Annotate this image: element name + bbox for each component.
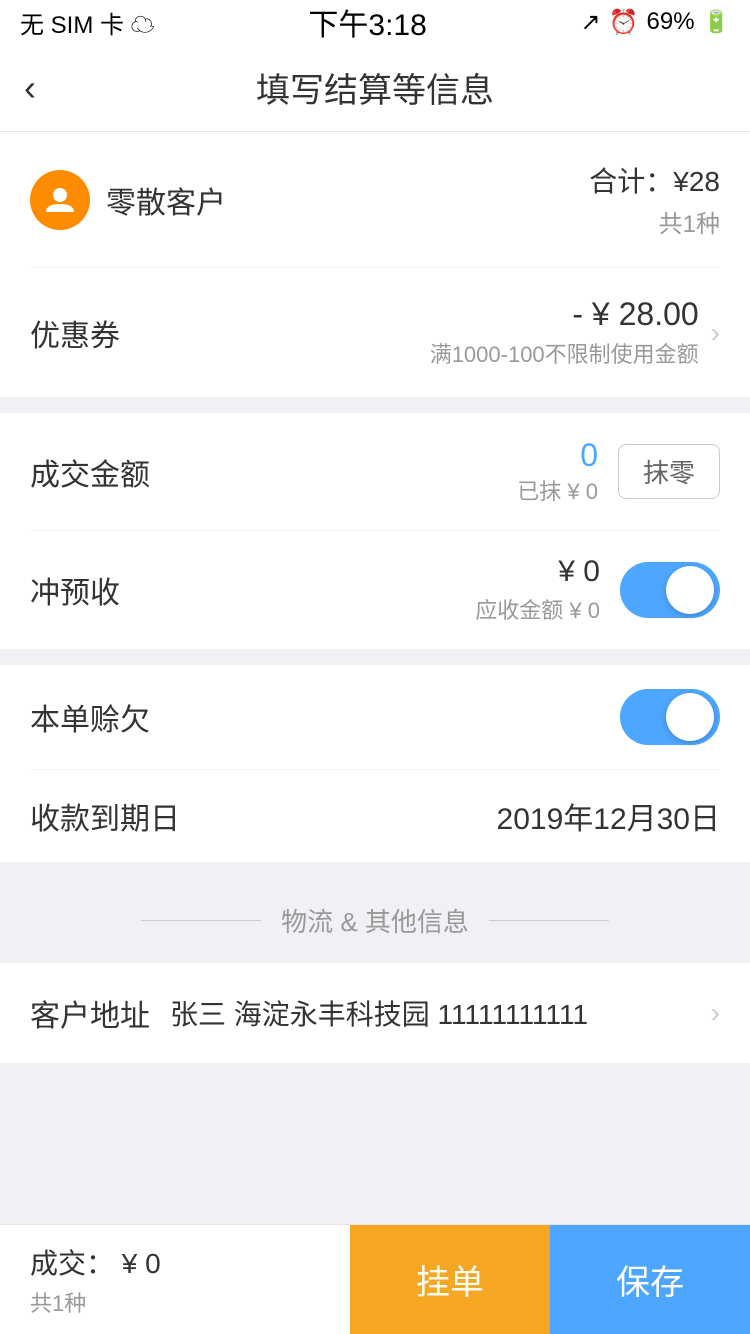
chevron-right-icon: ›: [711, 317, 720, 349]
status-right: ↗ ⏰ 69% 🔋: [581, 8, 730, 37]
coupon-row[interactable]: 优惠券 - ¥ 28.00 满1000-100不限制使用金额 ›: [0, 268, 750, 397]
prepayment-label: 冲预收: [30, 568, 120, 612]
battery-level: 69%: [647, 8, 695, 36]
bottom-deal-amount: 成交： ¥ 0: [30, 1242, 320, 1282]
transaction-section: 成交金额 0 已抹 ¥ 0 抹零 冲预收 ¥ 0 应收金额 ¥ 0: [0, 413, 750, 649]
round-zero-button[interactable]: 抹零: [618, 444, 720, 499]
transaction-amount-label: 成交金额: [30, 450, 150, 494]
credit-debt-right: [620, 689, 720, 745]
coupon-desc: 满1000-100不限制使用金额: [430, 337, 699, 369]
credit-debt-label: 本单赊欠: [30, 695, 150, 739]
due-date-row: 收款到期日 2019年12月30日: [0, 770, 750, 862]
toggle-knob: [666, 566, 714, 614]
customer-avatar: [30, 170, 90, 230]
prepayment-right: ¥ 0 应收金额 ¥ 0: [475, 555, 720, 625]
credit-debt-toggle[interactable]: [620, 689, 720, 745]
transaction-amount-row: 成交金额 0 已抹 ¥ 0 抹零: [0, 413, 750, 530]
sim-status: 无 SIM 卡 ☁: [20, 5, 155, 40]
address-row[interactable]: 客户地址 张三 海淀永丰科技园 11111111111 ›: [0, 963, 750, 1063]
coupon-label: 优惠券: [30, 311, 120, 355]
logistics-header-text: 物流 & 其他信息: [24, 902, 726, 939]
customer-section: 零散客户 合计：¥28 共1种 优惠券 - ¥ 28.00 满1000-100不…: [0, 132, 750, 397]
coupon-amount: - ¥ 28.00: [430, 296, 699, 333]
customer-name: 零散客户: [106, 178, 226, 222]
coupon-right: - ¥ 28.00 满1000-100不限制使用金额 ›: [430, 296, 720, 369]
alarm-icon: ⏰: [609, 8, 639, 37]
content-area: 零散客户 合计：¥28 共1种 优惠券 - ¥ 28.00 满1000-100不…: [0, 132, 750, 1189]
coupon-right-col: - ¥ 28.00 满1000-100不限制使用金额: [430, 296, 699, 369]
transaction-amount-value: 0: [517, 437, 598, 474]
prepayment-toggle[interactable]: [620, 562, 720, 618]
logistics-title: 物流 & 其他信息: [281, 902, 469, 939]
prepayment-right-col: ¥ 0 应收金额 ¥ 0: [475, 555, 600, 625]
bottom-deal-count: 共1种: [30, 1286, 320, 1318]
prepayment-amount: ¥ 0: [475, 555, 600, 589]
address-section: 客户地址 张三 海淀永丰科技园 11111111111 ›: [0, 963, 750, 1063]
page-title: 填写结算等信息: [256, 63, 494, 112]
address-label: 客户地址: [30, 991, 150, 1035]
status-bar: 无 SIM 卡 ☁ 下午3:18 ↗ ⏰ 69% 🔋: [0, 0, 750, 44]
bottom-bar: 成交： ¥ 0 共1种 挂单 保存: [0, 1224, 750, 1334]
customer-right: 合计：¥28 共1种: [589, 160, 720, 239]
logistics-header: 物流 & 其他信息: [0, 878, 750, 963]
battery-icon: 🔋: [703, 9, 730, 35]
status-time: 下午3:18: [308, 0, 426, 44]
credit-debt-row: 本单赊欠: [0, 665, 750, 769]
customer-left: 零散客户: [30, 170, 226, 230]
nav-bar: ‹ 填写结算等信息: [0, 44, 750, 132]
prepayment-row: 冲预收 ¥ 0 应收金额 ¥ 0: [0, 531, 750, 649]
address-value: 张三 海淀永丰科技园 11111111111: [170, 993, 711, 1033]
customer-count: 共1种: [589, 204, 720, 239]
location-icon: ↗: [581, 8, 601, 37]
bottom-summary: 成交： ¥ 0 共1种: [0, 1242, 350, 1318]
back-button[interactable]: ‹: [24, 67, 36, 109]
credit-section: 本单赊欠 收款到期日 2019年12月30日: [0, 665, 750, 862]
already-rounded: 已抹 ¥ 0: [517, 474, 598, 506]
save-button[interactable]: 保存: [550, 1225, 750, 1334]
credit-toggle-knob: [666, 693, 714, 741]
address-chevron-icon: ›: [711, 997, 720, 1029]
prepayment-receivable: 应收金额 ¥ 0: [475, 593, 600, 625]
due-date-value: 2019年12月30日: [497, 794, 720, 838]
transaction-amount-right: 0 已抹 ¥ 0 抹零: [517, 437, 720, 506]
due-date-label: 收款到期日: [30, 794, 180, 838]
status-left: 无 SIM 卡 ☁: [20, 5, 155, 40]
hold-order-button[interactable]: 挂单: [350, 1225, 550, 1334]
customer-total: 合计：¥28: [589, 160, 720, 200]
customer-row: 零散客户 合计：¥28 共1种: [0, 132, 750, 267]
